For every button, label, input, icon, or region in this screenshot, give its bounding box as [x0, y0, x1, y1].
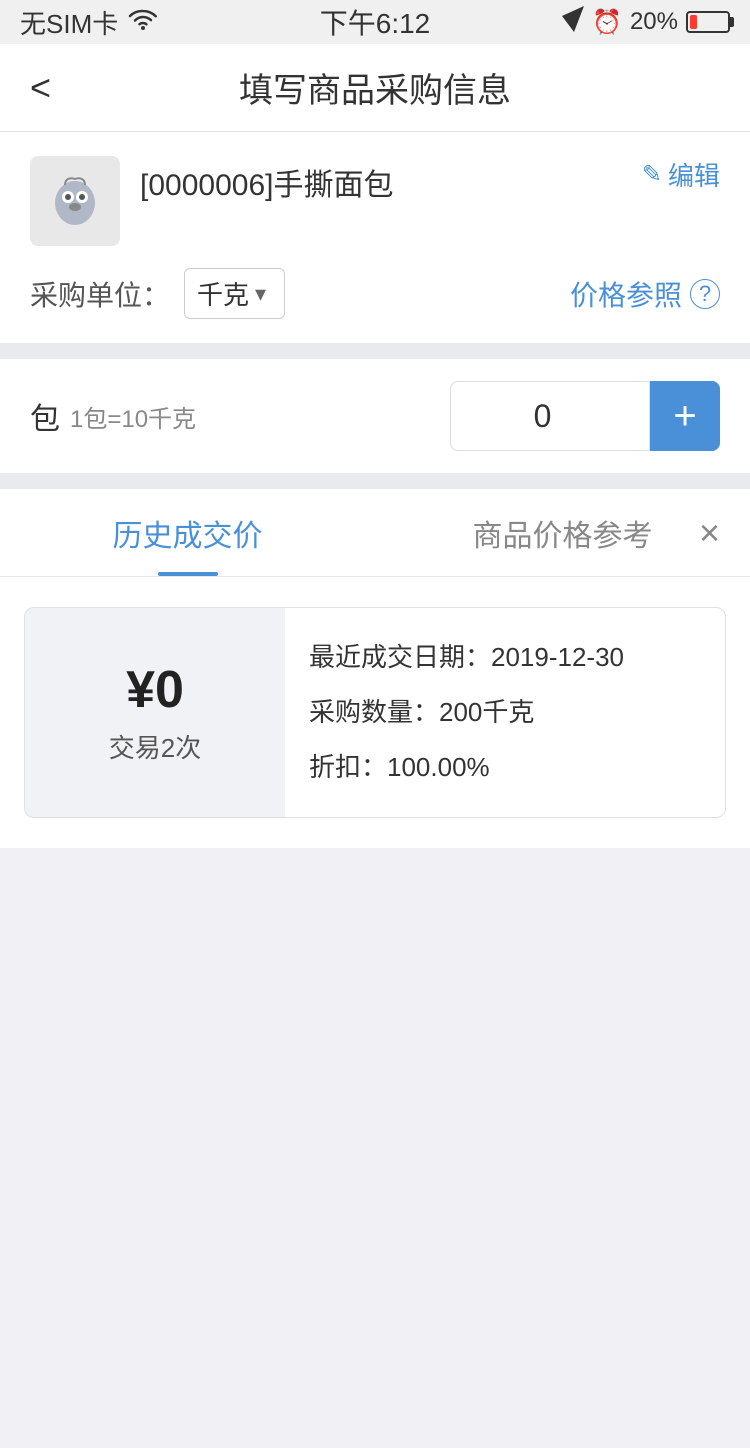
battery-percent: 20% [630, 8, 678, 36]
quantity-unit-desc: 1包=10千克 [70, 399, 196, 434]
recent-date-label: 最近成交日期： [309, 642, 491, 672]
tab-history-label: 历史成交价 [113, 511, 263, 555]
unit-select-dropdown[interactable]: 千克 ▾ [184, 268, 285, 319]
discount-value: 100.00% [387, 752, 490, 782]
status-left: 无SIM卡 [20, 4, 158, 41]
chevron-down-icon: ▾ [255, 281, 266, 307]
product-top-row: [0000006]手撕面包 ✎ 编辑 [30, 156, 720, 246]
edit-label: 编辑 [668, 156, 720, 193]
separator-2 [0, 473, 750, 489]
tab-active-underline [158, 572, 218, 576]
history-card-right: 最近成交日期：2019-12-30 采购数量：200千克 折扣：100.00% [285, 608, 725, 817]
history-recent-date-row: 最近成交日期：2019-12-30 [309, 638, 701, 677]
alarm-icon: ⏰ [592, 8, 622, 37]
purchase-unit-left: 采购单位： 千克 ▾ [30, 268, 285, 319]
separator [0, 343, 750, 359]
product-card: [0000006]手撕面包 ✎ 编辑 采购单位： 千克 ▾ 价格参照 ? [0, 132, 750, 343]
history-price: ¥0 [126, 660, 184, 720]
tabs-panel: 历史成交价 商品价格参考 × ¥0 交易2次 最近成交日期：2019-12-30 [0, 489, 750, 848]
unit-select-value: 千克 [197, 275, 249, 312]
quantity-value-text: 200千克 [439, 697, 534, 727]
history-card-left: ¥0 交易2次 [25, 608, 285, 817]
history-quantity-row: 采购数量：200千克 [309, 693, 701, 732]
tab-content-history: ¥0 交易2次 最近成交日期：2019-12-30 采购数量：200千克 折扣：… [0, 577, 750, 848]
location-icon [562, 6, 584, 39]
status-time: 下午6:12 [320, 2, 431, 42]
currency-symbol: ¥ [126, 661, 155, 719]
back-button[interactable]: < [30, 67, 51, 109]
quantity-input-group: + [450, 381, 720, 451]
history-discount-row: 折扣：100.00% [309, 748, 701, 787]
tabs-header: 历史成交价 商品价格参考 × [0, 489, 750, 577]
main-background [0, 848, 750, 1448]
wifi-icon [128, 7, 158, 38]
nav-bar: < 填写商品采购信息 [0, 44, 750, 132]
edit-icon: ✎ [642, 160, 662, 189]
price-ref-help-icon: ? [690, 279, 720, 309]
tab-history-price[interactable]: 历史成交价 [0, 489, 375, 576]
quantity-input[interactable] [450, 381, 650, 451]
product-thumbnail [30, 156, 120, 246]
edit-button[interactable]: ✎ 编辑 [642, 156, 720, 193]
status-right: ⏰ 20% [562, 6, 730, 39]
quantity-row: 包 1包=10千克 + [0, 359, 750, 473]
page-title: 填写商品采购信息 [239, 63, 511, 112]
history-card: ¥0 交易2次 最近成交日期：2019-12-30 采购数量：200千克 折扣：… [24, 607, 726, 818]
product-name: [0000006]手撕面包 [140, 156, 393, 204]
close-icon: × [699, 512, 720, 554]
product-info: [0000006]手撕面包 [30, 156, 642, 246]
status-bar: 无SIM卡 下午6:12 ⏰ 20% [0, 0, 750, 44]
quantity-unit-badge: 包 [30, 394, 60, 438]
tab-close-button[interactable]: × [699, 512, 720, 554]
tab-price-ref-label: 商品价格参考 [473, 511, 653, 555]
history-trade-count: 交易2次 [109, 728, 201, 765]
tab-product-price-ref[interactable]: 商品价格参考 [375, 489, 750, 576]
purchase-unit-label: 采购单位： [30, 274, 170, 314]
price-ref-button[interactable]: 价格参照 ? [570, 274, 720, 314]
quantity-plus-button[interactable]: + [650, 381, 720, 451]
price-ref-label: 价格参照 [570, 274, 682, 314]
recent-date-value: 2019-12-30 [491, 642, 624, 672]
quantity-label: 包 1包=10千克 [30, 394, 196, 438]
battery-icon [686, 11, 730, 33]
purchase-unit-row: 采购单位： 千克 ▾ 价格参照 ? [30, 268, 720, 319]
price-value: 0 [155, 661, 184, 719]
quantity-label-text: 采购数量： [309, 697, 439, 727]
carrier-text: 无SIM卡 [20, 4, 118, 41]
battery-fill [690, 15, 697, 29]
discount-label: 折扣： [309, 752, 387, 782]
